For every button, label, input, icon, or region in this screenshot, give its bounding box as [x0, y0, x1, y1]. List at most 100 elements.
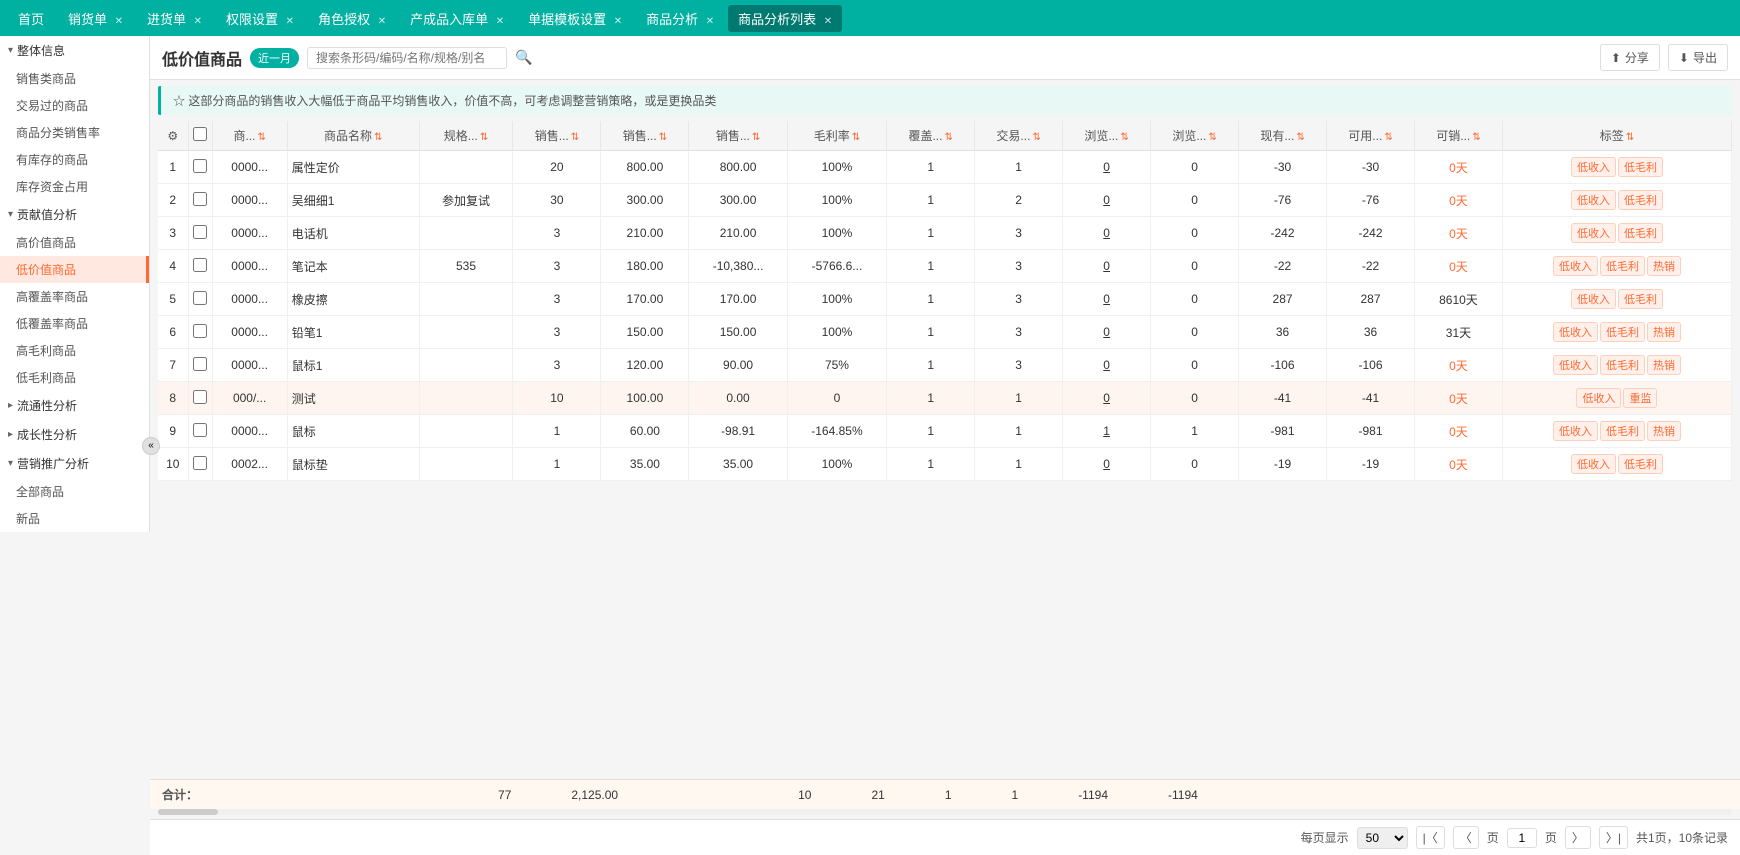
th-stock[interactable]: 现有...⇅ [1239, 121, 1327, 151]
next-page-button[interactable]: 〉 [1565, 826, 1591, 849]
row-browse1[interactable]: 0 [1063, 349, 1151, 382]
th-margin-rate[interactable]: 毛利率⇅ [787, 121, 886, 151]
browse-link[interactable]: 1 [1103, 424, 1110, 438]
browse-link[interactable]: 0 [1103, 358, 1110, 372]
row-checkbox[interactable] [193, 456, 207, 470]
sidebar-item-new-products[interactable]: 新品 [0, 505, 149, 532]
current-page-input[interactable] [1507, 828, 1537, 848]
last-page-button[interactable]: 〉| [1599, 826, 1628, 849]
browse-link[interactable]: 0 [1103, 160, 1110, 174]
first-page-button[interactable]: |〈 [1416, 826, 1445, 849]
row-checkbox[interactable] [193, 192, 207, 206]
row-browse1[interactable]: 0 [1063, 448, 1151, 481]
browse-link[interactable]: 0 [1103, 325, 1110, 339]
th-transaction[interactable]: 交易...⇅ [975, 121, 1063, 151]
sidebar-item-low-margin[interactable]: 低毛利商品 [0, 364, 149, 391]
row-checkbox[interactable] [193, 357, 207, 371]
search-icon[interactable]: 🔍 [515, 49, 532, 66]
close-icon[interactable]: ✕ [194, 16, 202, 27]
page-size-select[interactable]: 50 100 200 [1357, 827, 1408, 849]
export-button[interactable]: ⬇ 导出 [1668, 44, 1728, 71]
th-spec[interactable]: 规格...⇅ [419, 121, 513, 151]
row-checkbox[interactable] [193, 159, 207, 173]
row-checkbox-cell[interactable] [188, 217, 212, 250]
row-checkbox-cell[interactable] [188, 349, 212, 382]
browse-link[interactable]: 0 [1103, 193, 1110, 207]
browse-link[interactable]: 0 [1103, 292, 1110, 306]
nav-role[interactable]: 角色授权 ✕ [308, 5, 396, 32]
browse-link[interactable]: 0 [1103, 391, 1110, 405]
nav-product-in[interactable]: 产成品入库单 ✕ [400, 5, 514, 32]
row-browse1[interactable]: 1 [1063, 415, 1151, 448]
close-icon[interactable]: ✕ [496, 16, 504, 27]
nav-permission[interactable]: 权限设置 ✕ [216, 5, 304, 32]
th-tags[interactable]: 标签⇅ [1502, 121, 1731, 151]
row-browse1[interactable]: 0 [1063, 151, 1151, 184]
sidebar-section-general[interactable]: ▾ 整体信息 [0, 36, 149, 65]
prev-page-button[interactable]: 〈 [1453, 826, 1479, 849]
browse-link[interactable]: 0 [1103, 226, 1110, 240]
scrollbar-thumb[interactable] [158, 809, 218, 815]
row-checkbox[interactable] [193, 291, 207, 305]
th-name[interactable]: 商品名称⇅ [287, 121, 419, 151]
sidebar-section-liquidity[interactable]: ▸ 流通性分析 [0, 391, 149, 420]
close-icon[interactable]: ✕ [378, 16, 386, 27]
th-browse2[interactable]: 浏览...⇅ [1151, 121, 1239, 151]
sidebar-item-all-products[interactable]: 全部商品 [0, 478, 149, 505]
row-browse1[interactable]: 0 [1063, 250, 1151, 283]
th-qty[interactable]: 销售...⇅ [513, 121, 601, 151]
row-browse1[interactable]: 0 [1063, 283, 1151, 316]
share-button[interactable]: ⬆ 分享 [1600, 44, 1660, 71]
row-checkbox[interactable] [193, 390, 207, 404]
gear-icon[interactable]: ⚙ [167, 129, 178, 143]
row-checkbox-cell[interactable] [188, 151, 212, 184]
sidebar-item-capital[interactable]: 库存资金占用 [0, 173, 149, 200]
th-code[interactable]: 商...⇅ [212, 121, 287, 151]
th-avg-amount[interactable]: 销售...⇅ [689, 121, 787, 151]
browse-link[interactable]: 0 [1103, 457, 1110, 471]
sidebar-item-high-margin[interactable]: 高毛利商品 [0, 337, 149, 364]
sidebar-section-marketing[interactable]: ▾ 营销推广分析 [0, 449, 149, 478]
th-browse1[interactable]: 浏览...⇅ [1063, 121, 1151, 151]
th-amount[interactable]: 销售...⇅ [601, 121, 689, 151]
select-all-checkbox[interactable] [193, 127, 207, 141]
nav-home[interactable]: 首页 [8, 5, 54, 32]
th-checkbox[interactable] [188, 121, 212, 151]
close-icon[interactable]: ✕ [614, 16, 622, 27]
th-available[interactable]: 可用...⇅ [1327, 121, 1415, 151]
nav-product-analysis-list[interactable]: 商品分析列表 ✕ [728, 5, 842, 32]
sidebar-item-high-value[interactable]: 高价值商品 [0, 229, 149, 256]
nav-product-analysis[interactable]: 商品分析 ✕ [636, 5, 724, 32]
row-browse1[interactable]: 0 [1063, 184, 1151, 217]
sidebar-item-traded[interactable]: 交易过的商品 [0, 92, 149, 119]
sidebar-item-in-stock[interactable]: 有库存的商品 [0, 146, 149, 173]
sidebar-item-low-value[interactable]: 低价值商品 [0, 256, 149, 283]
row-checkbox-cell[interactable] [188, 250, 212, 283]
th-gear[interactable]: ⚙ [158, 121, 188, 151]
close-icon[interactable]: ✕ [115, 16, 123, 27]
search-input[interactable] [307, 47, 507, 69]
row-checkbox[interactable] [193, 258, 207, 272]
row-browse1[interactable]: 0 [1063, 316, 1151, 349]
sidebar-item-category-sales-rate[interactable]: 商品分类销售率 [0, 119, 149, 146]
nav-template[interactable]: 单据模板设置 ✕ [518, 5, 632, 32]
row-checkbox-cell[interactable] [188, 283, 212, 316]
sidebar-section-growth[interactable]: ▸ 成长性分析 [0, 420, 149, 449]
sidebar-item-sales-category[interactable]: 销售类商品 [0, 65, 149, 92]
row-checkbox[interactable] [193, 324, 207, 338]
close-icon[interactable]: ✕ [286, 16, 294, 27]
sidebar-item-high-coverage[interactable]: 高覆盖率商品 [0, 283, 149, 310]
close-icon[interactable]: ✕ [706, 16, 714, 27]
row-browse1[interactable]: 0 [1063, 217, 1151, 250]
close-icon[interactable]: ✕ [824, 16, 832, 27]
th-saleable[interactable]: 可销...⇅ [1414, 121, 1502, 151]
th-coverage[interactable]: 覆盖...⇅ [887, 121, 975, 151]
horizontal-scrollbar[interactable] [158, 809, 1732, 815]
row-checkbox-cell[interactable] [188, 448, 212, 481]
row-checkbox-cell[interactable] [188, 316, 212, 349]
nav-purchase[interactable]: 进货单 ✕ [137, 5, 212, 32]
row-checkbox-cell[interactable] [188, 382, 212, 415]
row-checkbox[interactable] [193, 423, 207, 437]
time-badge[interactable]: 近一月 [250, 48, 299, 68]
row-browse1[interactable]: 0 [1063, 382, 1151, 415]
